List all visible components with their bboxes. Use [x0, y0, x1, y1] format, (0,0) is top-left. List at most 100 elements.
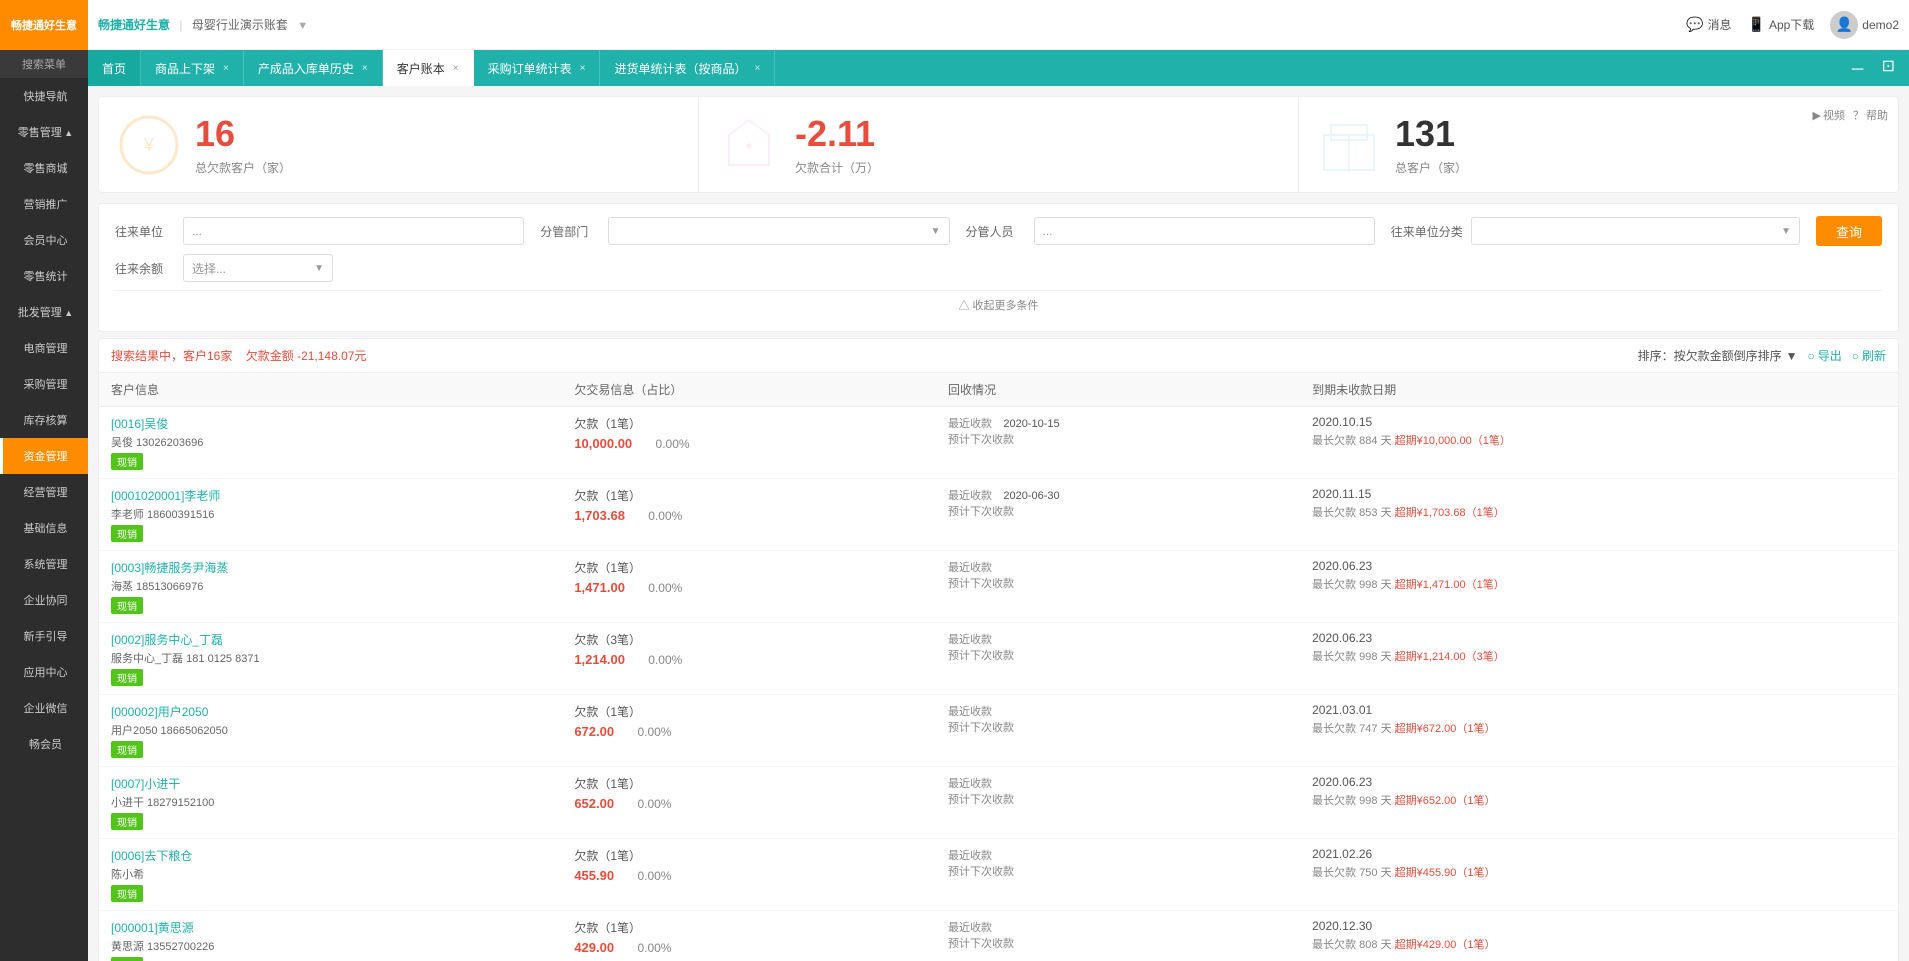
debt-amount[interactable]: 1,214.00 — [574, 652, 625, 667]
debt-amount[interactable]: 1,471.00 — [574, 580, 625, 595]
tab-customer[interactable]: 客户账本× — [383, 50, 474, 86]
col-customer-info: 客户信息 — [99, 373, 562, 407]
overdue-link[interactable]: 超期¥1,471.00（1笔） — [1395, 579, 1505, 591]
sidebar-item-qiyeweixin[interactable]: 企业微信 — [0, 690, 88, 726]
customer-badge: 现销 — [111, 597, 143, 614]
unit-category-label: 往来单位分类 — [1391, 223, 1463, 240]
manager-input[interactable]: ... — [1034, 217, 1375, 245]
customer-id[interactable]: [0016]吴俊 — [111, 415, 550, 432]
tab-close-production[interactable]: × — [362, 63, 368, 74]
sidebar-item-yingxiao[interactable]: 营销推广 — [0, 186, 88, 222]
sidebar-item-jichu[interactable]: 基础信息 — [0, 510, 88, 546]
amount-icon: ✦ — [719, 115, 779, 175]
sidebar-item-changhui[interactable]: 畅会员 — [0, 726, 88, 762]
tab-production[interactable]: 产成品入库单历史× — [244, 50, 383, 86]
sidebar-item-diangshang[interactable]: 电商管理 — [0, 330, 88, 366]
customer-id[interactable]: [0007]小进干 — [111, 775, 550, 792]
search-result-text: 搜索结果中，客户16家 — [111, 349, 232, 363]
sidebar-item-lingshouchan[interactable]: 零售商城 — [0, 150, 88, 186]
sidebar-item-lingshoutong[interactable]: 零售统计 — [0, 258, 88, 294]
overdue-days: 最长欠款 750 天 超期¥455.90（1笔） — [1312, 864, 1886, 880]
debt-amount[interactable]: 672.00 — [574, 724, 614, 739]
customer-id[interactable]: [000002]用户2050 — [111, 703, 550, 720]
topbar-app-download[interactable]: 📱 App下载 — [1748, 16, 1815, 33]
topbar-user[interactable]: 👤 demo2 — [1830, 11, 1899, 39]
video-action[interactable]: ▶ 视频 — [1813, 107, 1845, 123]
debt-count: 欠款（1笔） — [574, 415, 924, 432]
debt-amount[interactable]: 1,703.68 — [574, 508, 625, 523]
debt-amount[interactable]: 652.00 — [574, 796, 614, 811]
sidebar-item-yingyong[interactable]: 应用中心 — [0, 654, 88, 690]
customer-id[interactable]: [0001020001]李老师 — [111, 487, 550, 504]
overdue-date: 2020.11.15 — [1312, 487, 1886, 501]
table-row: [0002]服务中心_丁磊 服务中心_丁磊 181 0125 8371 现销 欠… — [99, 623, 1898, 695]
customer-id[interactable]: [0002]服务中心_丁磊 — [111, 631, 550, 648]
sidebar-item-huiyuan[interactable]: 会员中心 — [0, 222, 88, 258]
export-btn[interactable]: ○ 导出 — [1807, 347, 1841, 364]
tab-close-incoming[interactable]: × — [754, 63, 760, 74]
sidebar-item-qiye[interactable]: 企业协同 — [0, 582, 88, 618]
tab-home[interactable]: 首页 — [88, 50, 141, 86]
next-payment: 预计下次收款 — [948, 503, 1288, 519]
customer-id[interactable]: [0003]畅捷服务尹海蒸 — [111, 559, 550, 576]
sidebar-item-xinshou[interactable]: 新手引导 — [0, 618, 88, 654]
sidebar-nav: 快捷导航零售管理 ▲零售商城营销推广会员中心零售统计批发管理 ▲电商管理采购管理… — [0, 78, 88, 762]
overdue-link[interactable]: 超期¥672.00（1笔） — [1395, 723, 1496, 735]
overdue-link[interactable]: 超期¥429.00（1笔） — [1395, 939, 1496, 951]
customer-name: 吴俊 13026203696 — [111, 434, 550, 450]
overdue-link[interactable]: 超期¥455.90（1笔） — [1395, 867, 1496, 879]
sidebar-item-kucun[interactable]: 库存核算 — [0, 402, 88, 438]
from-unit-input[interactable]: ... — [183, 217, 524, 245]
customer-id[interactable]: [000001]黄思源 — [111, 919, 550, 936]
sort-select[interactable]: 排序：按欠款金额倒序排序 ▼ — [1638, 347, 1798, 364]
sidebar-item-xitong[interactable]: 系统管理 — [0, 546, 88, 582]
refresh-icon: ○ — [1852, 349, 1859, 363]
help-action[interactable]: ？ 帮助 — [1853, 107, 1888, 123]
customer-id[interactable]: [0006]去下粮仓 — [111, 847, 550, 864]
tab-incoming[interactable]: 进货单统计表（按商品）× — [600, 50, 775, 86]
sidebar-search[interactable]: 搜索菜单 — [0, 50, 88, 78]
debt-amount[interactable]: 10,000.00 — [574, 436, 632, 451]
sidebar-item-kuaijie[interactable]: 快捷导航 — [0, 78, 88, 114]
unit-category-select[interactable]: ▼ — [1471, 217, 1800, 245]
debt-amount[interactable]: 429.00 — [574, 940, 614, 955]
tab-close-products[interactable]: × — [223, 63, 229, 74]
topbar-message[interactable]: 💬 消息 — [1686, 16, 1731, 33]
phone-icon: 📱 — [1748, 16, 1765, 33]
sidebar-item-jingying[interactable]: 经营管理 — [0, 474, 88, 510]
tabs-container: 首页商品上下架×产成品入库单历史×客户账本×采购订单统计表×进货单统计表（按商品… — [88, 50, 775, 86]
sidebar-item-caigou[interactable]: 采购管理 — [0, 366, 88, 402]
tab-products[interactable]: 商品上下架× — [141, 50, 244, 86]
sidebar-item-lingshouguan[interactable]: 零售管理 ▲ — [0, 114, 88, 150]
tab-purchase[interactable]: 采购订单统计表× — [474, 50, 601, 86]
recovery-info: 最近收款 — [948, 631, 1288, 647]
debt-count: 欠款（1笔） — [574, 487, 924, 504]
filter-row-2: 往来余额 选择... ▼ — [115, 254, 1882, 282]
stat-total-customers-label: 总客户（家） — [1395, 159, 1467, 176]
tabbar-maximize[interactable]: ⊡ — [1876, 54, 1901, 82]
search-button[interactable]: 查询 — [1816, 216, 1882, 246]
tabbar-minimize[interactable]: － — [1844, 54, 1872, 82]
debt-count: 欠款（1笔） — [574, 559, 924, 576]
debt-count: 欠款（1笔） — [574, 775, 924, 792]
overdue-link[interactable]: 超期¥1,214.00（3笔） — [1395, 651, 1505, 663]
sidebar-item-zijin[interactable]: 资金管理 — [0, 438, 88, 474]
debt-amount[interactable]: 455.90 — [574, 868, 614, 883]
debt-count: 欠款（1笔） — [574, 919, 924, 936]
collapse-btn[interactable]: △ 收起更多条件 — [115, 290, 1882, 319]
balance-select[interactable]: 选择... ▼ — [183, 254, 333, 282]
filter-balance: 往来余额 选择... ▼ — [115, 254, 1882, 282]
dept-select[interactable]: ▼ — [608, 217, 949, 245]
overdue-date: 2020.06.23 — [1312, 559, 1886, 573]
tab-close-purchase[interactable]: × — [580, 63, 586, 74]
overdue-link[interactable]: 超期¥652.00（1笔） — [1395, 795, 1496, 807]
overdue-link[interactable]: 超期¥10,000.00（1笔） — [1395, 435, 1511, 447]
search-menu-label[interactable]: 搜索菜单 — [6, 56, 82, 72]
unit-category-arrow: ▼ — [1781, 226, 1791, 237]
overdue-link[interactable]: 超期¥1,703.68（1笔） — [1395, 507, 1505, 519]
refresh-btn[interactable]: ○ 刷新 — [1852, 347, 1886, 364]
sidebar-item-pifaguan[interactable]: 批发管理 ▲ — [0, 294, 88, 330]
tab-close-customer[interactable]: × — [453, 63, 459, 74]
stat-debt-customers-label: 总欠款客户（家） — [195, 159, 291, 176]
tab-label-home: 首页 — [102, 60, 126, 77]
